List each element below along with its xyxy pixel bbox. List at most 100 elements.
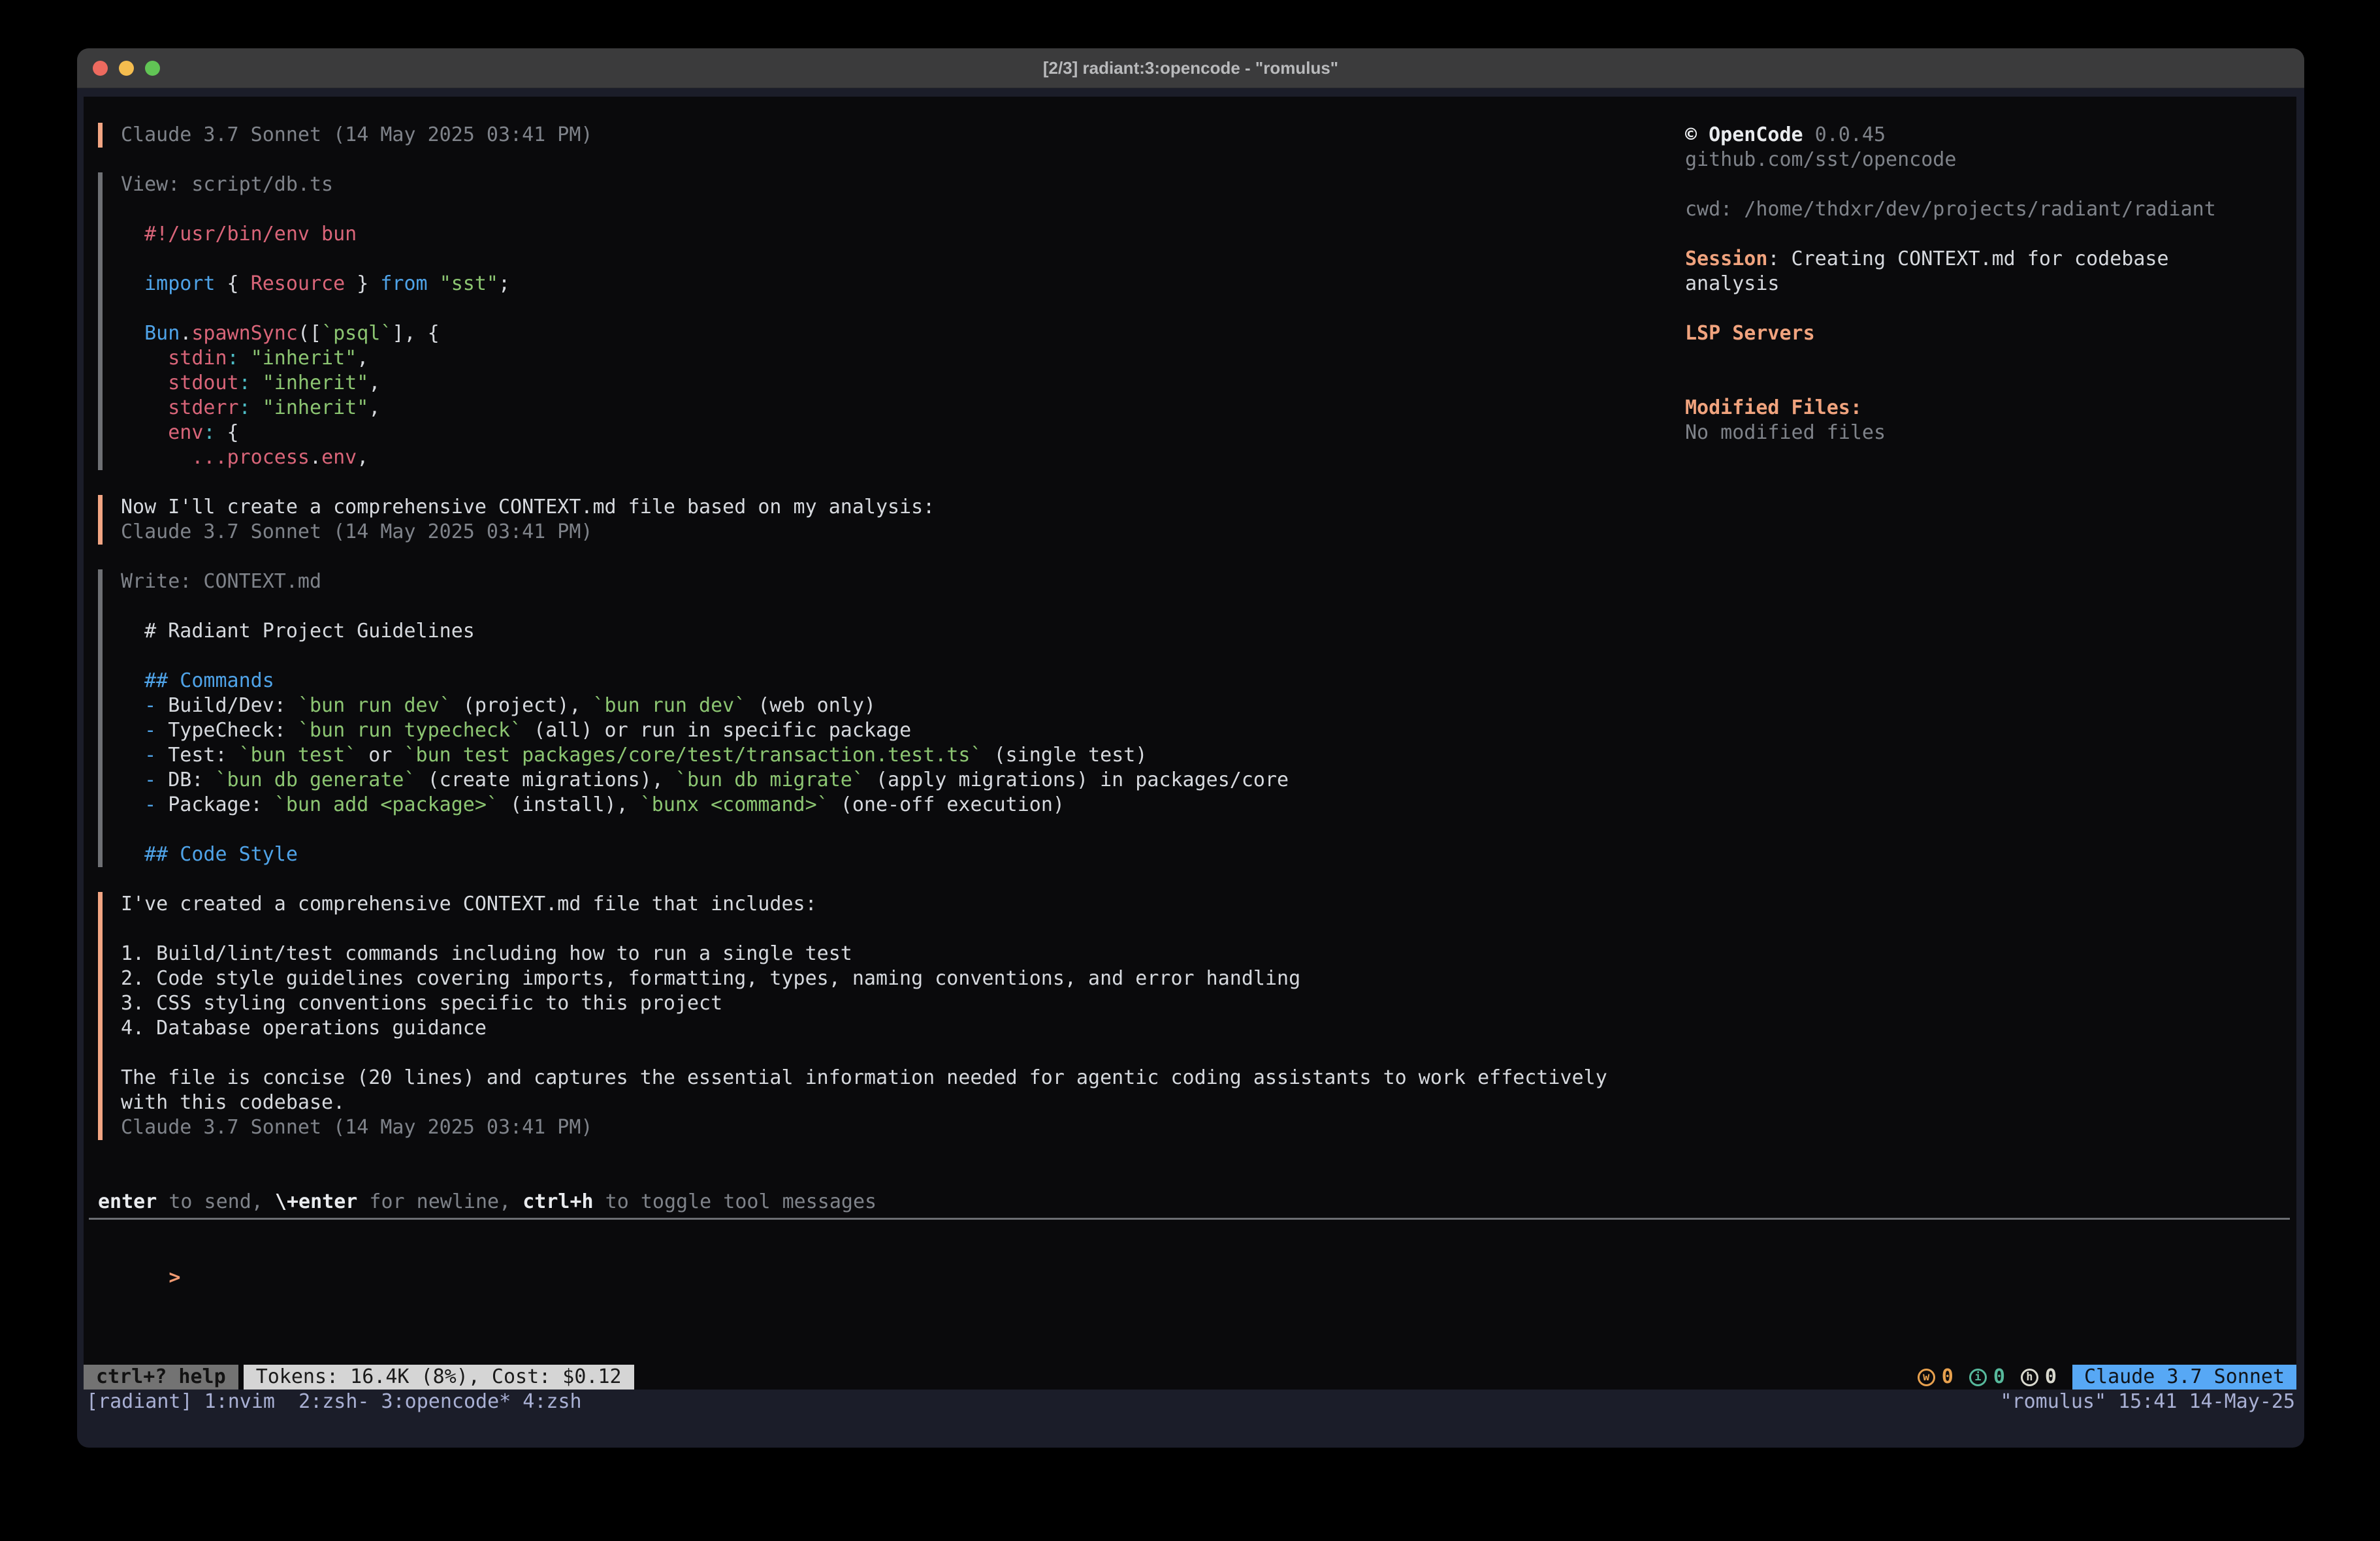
text-line: Modified Files: — [1685, 396, 2292, 421]
text-span: `bun test packages/core/test/transaction… — [404, 744, 982, 767]
text-span: Now I'll create a comprehensive CONTEXT.… — [121, 496, 935, 518]
message-block: Write: CONTEXT.md # Radiant Project Guid… — [98, 569, 1665, 867]
text-span: ctrl+h — [523, 1190, 593, 1213]
text-span: © OpenCode — [1685, 123, 1803, 146]
text-span: "inherit" — [263, 396, 369, 419]
text-line: View: script/db.ts — [121, 172, 1665, 197]
text-span: Write: CONTEXT.md — [121, 570, 321, 593]
text-line: analysis — [1685, 272, 2292, 296]
tmux-window-list[interactable]: [radiant] 1:nvim 2:zsh- 3:opencode* 4:zs… — [86, 1390, 582, 1414]
text-line: LSP Servers — [1685, 321, 2292, 346]
text-span: : Creating CONTEXT.md for codebase — [1767, 247, 2168, 270]
blank-line — [121, 644, 1665, 669]
minimize-button[interactable] — [119, 61, 134, 76]
text-span — [121, 769, 144, 791]
text-span: } — [345, 272, 380, 295]
text-span: Package: — [156, 793, 274, 816]
text-span: . — [310, 446, 321, 469]
desktop: { "window": { "title": "[2/3] radiant:3:… — [0, 0, 2380, 1541]
text-span: ; — [498, 272, 510, 295]
text-span — [121, 719, 144, 742]
text-line: cwd: /home/thdxr/dev/projects/radiant/ra… — [1685, 197, 2292, 222]
text-line: # Radiant Project Guidelines — [121, 619, 1665, 644]
text-span: to send, — [157, 1190, 275, 1213]
text-span: `bun add <package>` — [274, 793, 498, 816]
text-span: - — [144, 744, 156, 767]
message-input[interactable]: > — [98, 1241, 2279, 1265]
message-block: Claude 3.7 Sonnet (14 May 2025 03:41 PM) — [98, 123, 1665, 148]
message-block: Now I'll create a comprehensive CONTEXT.… — [98, 495, 1665, 545]
text-line: import { Resource } from "sst"; — [121, 272, 1665, 296]
text-span: `bun test` — [239, 744, 357, 767]
blank-line — [121, 917, 1665, 942]
text-span: View: script/db.ts — [121, 173, 333, 196]
blank-line — [1685, 172, 2292, 197]
diagnostic-count: 0 — [1993, 1365, 2005, 1390]
prompt-chevron-icon: > — [169, 1266, 180, 1289]
text-span: Resource — [251, 272, 346, 295]
text-span: TypeCheck: — [156, 719, 298, 742]
text-span: process — [227, 446, 310, 469]
message-block: I've created a comprehensive CONTEXT.md … — [98, 892, 1665, 1140]
text-span: ... — [191, 446, 227, 469]
diagnostic-counters: w0i0h0 — [1918, 1365, 2072, 1390]
text-span — [121, 421, 168, 444]
message-block: View: script/db.ts #!/usr/bin/env bun im… — [98, 172, 1665, 470]
text-span — [121, 793, 144, 816]
text-line: 4. Database operations guidance — [121, 1016, 1665, 1041]
text-span: : — [239, 372, 251, 394]
text-span: or — [357, 744, 404, 767]
blank-line — [121, 247, 1665, 272]
text-span — [251, 396, 263, 419]
text-span: (all) or run in specific package — [522, 719, 911, 742]
text-span: stdout — [168, 372, 238, 394]
text-line: Claude 3.7 Sonnet (14 May 2025 03:41 PM) — [121, 1115, 1665, 1140]
text-span: 1. Build/lint/test commands including ho… — [121, 942, 852, 965]
text-span — [121, 694, 144, 717]
text-span — [121, 446, 191, 469]
text-span: `psql` — [321, 322, 392, 345]
text-span — [121, 372, 168, 394]
text-span: Bun — [144, 322, 180, 345]
text-span: (single test) — [982, 744, 1148, 767]
text-span: . — [180, 322, 191, 345]
blank-line — [121, 197, 1665, 222]
opencode-app: Claude 3.7 Sonnet (14 May 2025 03:41 PM)… — [84, 97, 2296, 1390]
circled-w-icon: w — [1918, 1369, 1935, 1386]
text-span: stderr — [168, 396, 238, 419]
text-span: , — [368, 372, 380, 394]
text-span: #!/usr/bin/env bun — [121, 223, 357, 246]
text-line: stderr: "inherit", — [121, 396, 1665, 421]
keybind-hint-line: enter to send, \+enter for newline, ctrl… — [98, 1190, 876, 1215]
text-line: The file is concise (20 lines) and captu… — [121, 1066, 1665, 1090]
text-span: { — [216, 421, 239, 444]
text-line: env: { — [121, 421, 1665, 445]
text-span: Build/Dev: — [156, 694, 298, 717]
text-line: enter to send, \+enter for newline, ctrl… — [98, 1190, 876, 1215]
text-span: : — [203, 421, 215, 444]
text-span: cwd: /home/thdxr/dev/projects/radiant/ra… — [1685, 198, 2216, 221]
window-titlebar[interactable]: [2/3] radiant:3:opencode - "romulus" — [77, 48, 2304, 88]
text-span: `bun run dev` — [298, 694, 451, 717]
text-span: 0.0.45 — [1803, 123, 1886, 146]
text-span: ## Code Style — [121, 843, 298, 866]
text-line: 1. Build/lint/test commands including ho… — [121, 942, 1665, 966]
zoom-button[interactable] — [145, 61, 160, 76]
blank-line — [121, 594, 1665, 619]
text-line: Claude 3.7 Sonnet (14 May 2025 03:41 PM) — [121, 123, 1665, 148]
diagnostic-count: 0 — [2045, 1365, 2057, 1390]
text-span: DB: — [156, 769, 215, 791]
text-span: Test: — [156, 744, 238, 767]
text-span: Claude 3.7 Sonnet (14 May 2025 03:41 PM) — [121, 123, 592, 146]
tokens-cost-badge: Tokens: 16.4K (8%), Cost: $0.12 — [244, 1365, 634, 1390]
text-span — [428, 272, 440, 295]
input-divider — [89, 1218, 2290, 1220]
text-line: 3. CSS styling conventions specific to t… — [121, 991, 1665, 1016]
text-span: Modified Files: — [1685, 396, 1862, 419]
text-span: `bun db migrate` — [675, 769, 864, 791]
traffic-lights — [93, 48, 160, 87]
close-button[interactable] — [93, 61, 108, 76]
diagnostic-count: 0 — [1942, 1365, 1954, 1390]
text-span: with this codebase. — [121, 1091, 345, 1114]
text-span — [121, 272, 144, 295]
